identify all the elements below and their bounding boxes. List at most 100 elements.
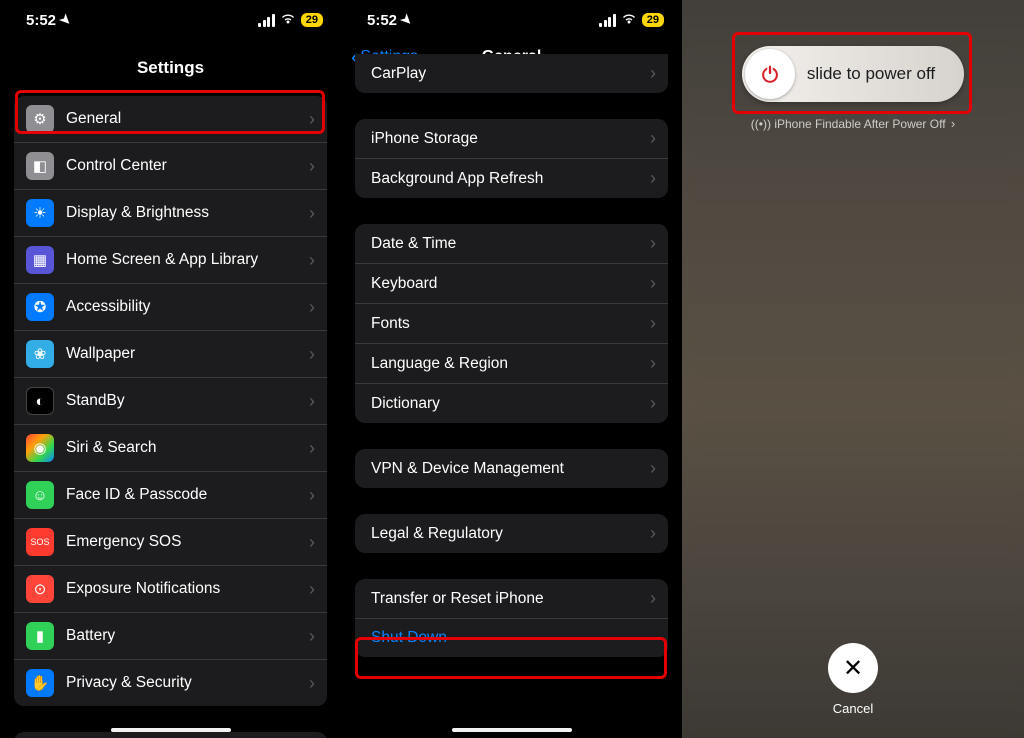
privacy-security-icon: ✋	[26, 669, 54, 697]
row-label: Legal & Regulatory	[371, 525, 650, 543]
chevron-right-icon: ›	[650, 313, 656, 334]
settings-group: ⚙General› ◧ Control Center › ☀ Display & Brig…	[14, 96, 327, 706]
power-off-slider[interactable]: slide to power off	[742, 46, 964, 102]
row-carplay[interactable]: CarPlay›	[355, 54, 668, 93]
status-time: 5:52	[367, 12, 397, 29]
chevron-right-icon: ›	[650, 63, 656, 84]
row-label: Exposure Notifications	[66, 580, 309, 598]
exposure-notifications-icon: ⊙	[26, 575, 54, 603]
chevron-right-icon: ›	[309, 203, 315, 224]
row-fonts[interactable]: Fonts›	[355, 304, 668, 344]
standby-icon: ◐	[26, 387, 54, 415]
row-label: Date & Time	[371, 235, 650, 253]
row-general[interactable]: ⚙General›	[14, 96, 327, 143]
row-keyboard[interactable]: Keyboard›	[355, 264, 668, 304]
home-screen-app-library-icon: ▦	[26, 246, 54, 274]
chevron-right-icon: ›	[309, 626, 315, 647]
findable-link[interactable]: ((•)) iPhone Findable After Power Off ›	[742, 116, 964, 131]
row-label: Battery	[66, 627, 309, 645]
row-home-screen-app-library[interactable]: ▦Home Screen & App Library›	[14, 237, 327, 284]
row-accessibility[interactable]: ✪ Accessibility›	[14, 284, 327, 331]
row-label: Siri & Search	[66, 439, 309, 457]
row-control-center[interactable]: ◧Control Center›	[14, 143, 327, 190]
chevron-right-icon: ›	[309, 109, 315, 130]
row-label: Dictionary	[371, 395, 650, 413]
cellular-icon	[258, 14, 275, 27]
row-label: iPhone Storage	[371, 130, 650, 148]
row-background-app-refresh[interactable]: Background App Refresh›	[355, 159, 668, 198]
cancel-button[interactable]: ✕	[828, 643, 878, 693]
display-brightness-icon: ☀	[26, 199, 54, 227]
status-bar: 5:52 ➤ 29	[0, 0, 341, 40]
home-indicator	[111, 728, 231, 732]
row-label: Control Center	[66, 157, 309, 175]
row-label: Transfer or Reset iPhone	[371, 590, 650, 608]
general-icon: ⚙	[26, 105, 54, 133]
wifi-icon	[280, 12, 296, 28]
power-icon	[759, 63, 781, 85]
chevron-right-icon: ›	[309, 344, 315, 365]
row-vpn-device-management[interactable]: VPN & Device Management›	[355, 449, 668, 488]
location-icon: ➤	[397, 10, 416, 29]
slider-knob[interactable]	[745, 49, 795, 99]
chevron-right-icon: ›	[309, 579, 315, 600]
general-group: VPN & Device Management›	[355, 449, 668, 488]
row-legal-regulatory[interactable]: Legal & Regulatory›	[355, 514, 668, 553]
row-wallpaper[interactable]: ❀Wallpaper›	[14, 331, 327, 378]
chevron-right-icon: ›	[650, 128, 656, 149]
row-language-region[interactable]: Language & Region›	[355, 344, 668, 384]
chevron-right-icon: ›	[650, 168, 656, 189]
general-group: Date & Time›Keyboard›Fonts›Language & Re…	[355, 224, 668, 423]
row-exposure-notifications[interactable]: ⊙ Exposure Notifications›	[14, 566, 327, 613]
chevron-right-icon: ›	[650, 353, 656, 374]
chevron-right-icon: ›	[309, 297, 315, 318]
battery-icon: ▮	[26, 622, 54, 650]
row-label: Language & Region	[371, 355, 650, 373]
siri-search-icon: ◉	[26, 434, 54, 462]
location-icon: ➤	[56, 10, 75, 29]
control-center-icon: ◧	[26, 152, 54, 180]
status-bar: 5:52 ➤ 29	[341, 0, 682, 40]
battery-badge: 29	[301, 13, 323, 27]
status-time: 5:52	[26, 12, 56, 29]
row-standby[interactable]: ◐ StandBy›	[14, 378, 327, 425]
general-list[interactable]: CarPlay›iPhone Storage›Background App Re…	[341, 74, 682, 738]
row-face-id-passcode[interactable]: ☺Face ID & Passcode›	[14, 472, 327, 519]
chevron-right-icon: ›	[650, 588, 656, 609]
chevron-right-icon: ›	[650, 393, 656, 414]
row-siri-search[interactable]: ◉Siri & Search›	[14, 425, 327, 472]
row-label: CarPlay	[371, 65, 650, 83]
settings-screen: 5:52 ➤ 29 Settings ⚙General›◧Control Cen…	[0, 0, 341, 738]
row-date-time[interactable]: Date & Time›	[355, 224, 668, 264]
slider-label: slide to power off	[795, 64, 961, 84]
close-icon: ✕	[843, 654, 863, 683]
row-dictionary[interactable]: Dictionary›	[355, 384, 668, 423]
row-shut-down[interactable]: Shut Down	[355, 619, 668, 657]
broadcast-icon: ((•))	[751, 117, 771, 131]
row-label: Fonts	[371, 315, 650, 333]
row-label: Keyboard	[371, 275, 650, 293]
chevron-right-icon: ›	[309, 485, 315, 506]
row-app-store[interactable]: AApp Store›	[14, 732, 327, 738]
emergency-sos-icon: SOS	[26, 528, 54, 556]
row-transfer-or-reset-iphone[interactable]: Transfer or Reset iPhone›	[355, 579, 668, 619]
battery-badge: 29	[642, 13, 664, 27]
row-label: StandBy	[66, 392, 309, 410]
row-display-brightness[interactable]: ☀ Display & Brightness›	[14, 190, 327, 237]
row-label: Shut Down	[371, 629, 656, 647]
row-iphone-storage[interactable]: iPhone Storage›	[355, 119, 668, 159]
row-privacy-security[interactable]: ✋Privacy & Security›	[14, 660, 327, 706]
row-battery[interactable]: ▮ Battery›	[14, 613, 327, 660]
chevron-right-icon: ›	[309, 250, 315, 271]
cancel-label: Cancel	[682, 701, 1024, 716]
accessibility-icon: ✪	[26, 293, 54, 321]
general-group: iPhone Storage›Background App Refresh›	[355, 119, 668, 198]
row-emergency-sos[interactable]: SOSEmergency SOS›	[14, 519, 327, 566]
chevron-right-icon: ›	[309, 391, 315, 412]
wifi-icon	[621, 12, 637, 28]
row-label: Accessibility	[66, 298, 309, 316]
chevron-right-icon: ›	[309, 673, 315, 694]
row-label: Display & Brightness	[66, 204, 309, 222]
general-group: CarPlay›	[355, 54, 668, 93]
row-label: VPN & Device Management	[371, 460, 650, 478]
